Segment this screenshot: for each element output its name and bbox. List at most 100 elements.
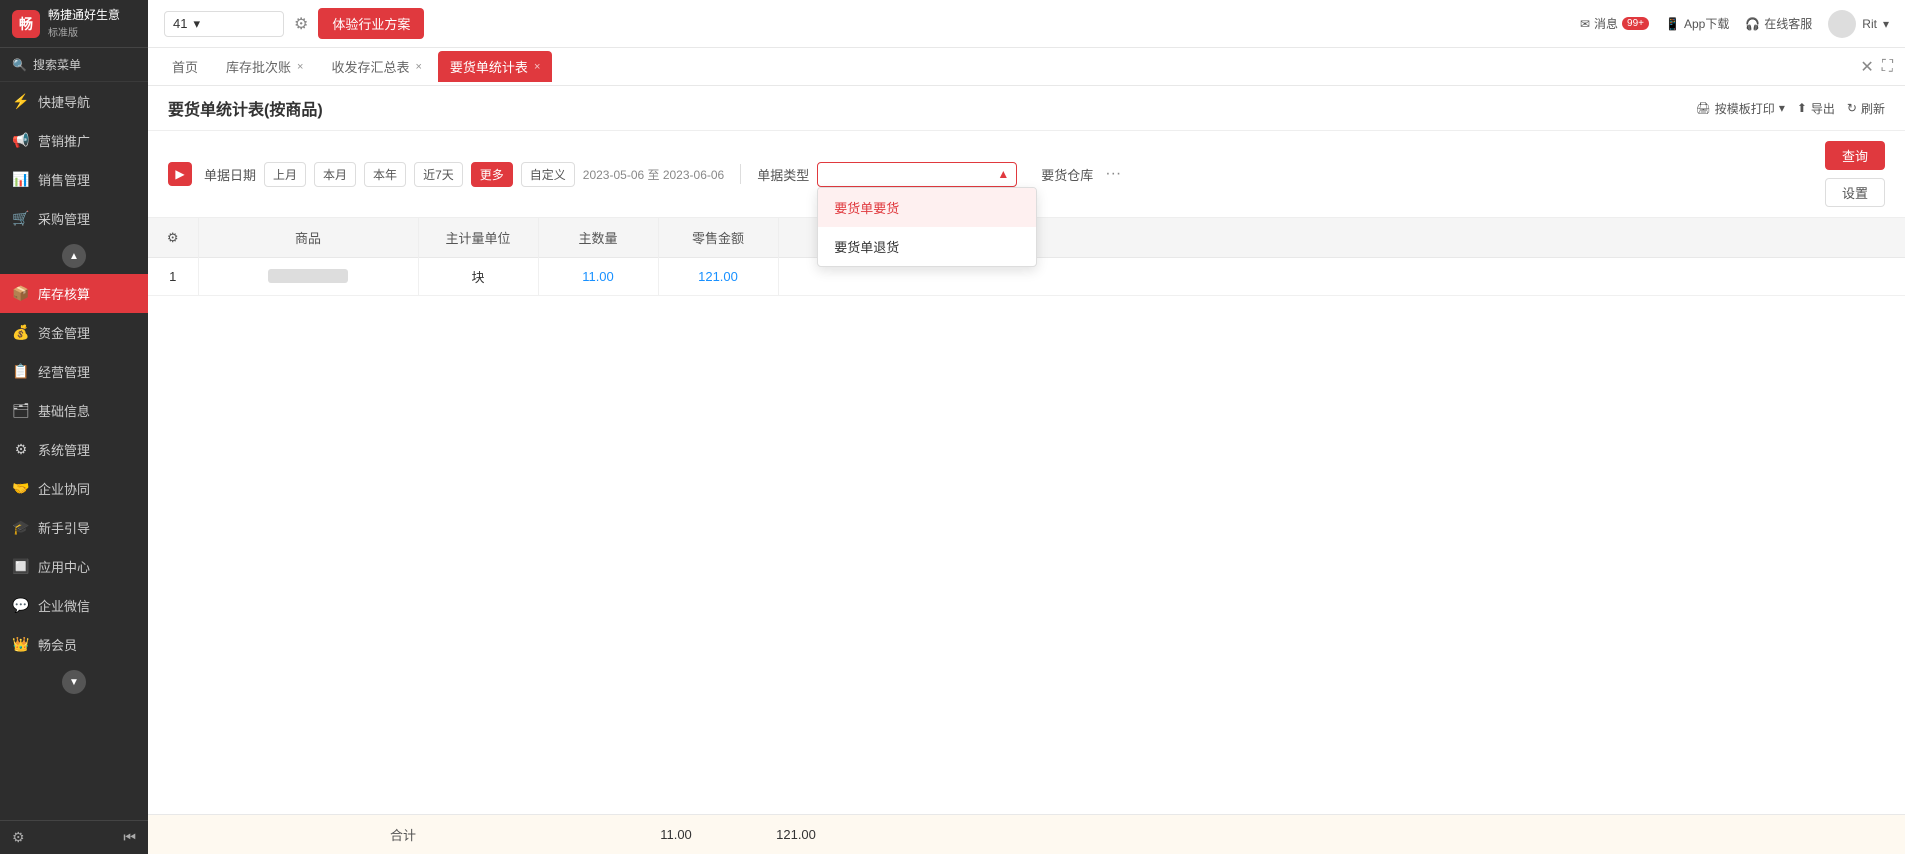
refresh-label: 刷新 xyxy=(1861,100,1885,117)
sidebar-nav: ⚡ 快捷导航 📢 营销推广 📊 销售管理 🛒 采购管理 ▲ 📦 库存核算 💰 资… xyxy=(0,82,148,820)
app-version: 标准版 xyxy=(48,24,120,39)
tab-kucun-pici[interactable]: 库存批次账 × xyxy=(214,51,315,82)
tab-yaohuo[interactable]: 要货单统计表 × xyxy=(438,51,552,82)
sidebar-item-label: 企业协同 xyxy=(38,479,90,498)
jingying-icon: 📋 xyxy=(12,363,30,380)
sidebar-item-label: 畅会员 xyxy=(38,635,77,654)
date-last-7days[interactable]: 近7天 xyxy=(414,162,463,187)
type-select-wrap: ▲ 要货单要货 要货单退货 xyxy=(817,162,1017,187)
date-last-month[interactable]: 上月 xyxy=(264,162,306,187)
sidebar-item-yingxiao[interactable]: 📢 营销推广 xyxy=(0,121,148,160)
date-this-month[interactable]: 本月 xyxy=(314,162,356,187)
type-option-yaohuo[interactable]: 要货单要货 xyxy=(818,188,1036,227)
col-settings[interactable]: ⚙ xyxy=(148,218,198,258)
date-more[interactable]: 更多 xyxy=(471,162,513,187)
messages-button[interactable]: ✉ 消息 99+ xyxy=(1580,15,1649,32)
data-table-wrap: ⚙ 商品 主计量单位 主数量 零售金额 1 块 xyxy=(148,218,1905,814)
export-button[interactable]: ⬆ 导出 xyxy=(1797,100,1835,117)
vip-icon: 👑 xyxy=(12,636,30,653)
type-input[interactable] xyxy=(817,162,1017,187)
tab-home[interactable]: 首页 xyxy=(160,51,210,82)
table-footer: 合计 11.00 121.00 xyxy=(148,814,1905,854)
amount-link[interactable]: 121.00 xyxy=(698,269,738,284)
app-logo-icon: 畅 xyxy=(12,10,40,38)
sidebar-item-jingying[interactable]: 📋 经营管理 xyxy=(0,352,148,391)
topbar-gear-icon[interactable]: ⚙ xyxy=(294,14,308,34)
trial-industry-button[interactable]: 体验行业方案 xyxy=(318,8,424,39)
filter-buttons: 查询 设置 xyxy=(1825,141,1885,207)
sidebar-item-yingyong[interactable]: 🔲 应用中心 xyxy=(0,547,148,586)
table-settings-icon: ⚙ xyxy=(167,230,179,245)
tabs-bar: 首页 库存批次账 × 收发存汇总表 × 要货单统计表 × ✕ ⛶ xyxy=(148,48,1905,86)
col-amount: 零售金额 xyxy=(658,218,778,258)
app-download-label: App下载 xyxy=(1684,15,1729,32)
warehouse-dots[interactable]: ··· xyxy=(1105,165,1121,183)
sidebar-item-qiyexietong[interactable]: 🤝 企业协同 xyxy=(0,469,148,508)
tabs-actions: ✕ ⛶ xyxy=(1860,57,1893,77)
tab-kucun-pici-close[interactable]: × xyxy=(297,61,303,73)
tab-shoufazhonghuizong[interactable]: 收发存汇总表 × xyxy=(319,51,433,82)
sidebar-scroll-down[interactable]: ▼ xyxy=(62,670,86,694)
user-arrow: ▾ xyxy=(1883,17,1889,31)
collapse-icon[interactable]: ⏮ xyxy=(123,829,136,846)
sidebar-item-kucun[interactable]: 📦 库存核算 xyxy=(0,274,148,313)
type-dropdown: 要货单要货 要货单退货 xyxy=(817,187,1037,267)
type-chevron-icon[interactable]: ▲ xyxy=(997,167,1009,181)
maximize-tabs[interactable]: ⛶ xyxy=(1882,58,1893,76)
print-template-button[interactable]: 🖨 按模板打印 ▾ xyxy=(1696,100,1785,117)
page-actions: 🖨 按模板打印 ▾ ⬆ 导出 ↻ 刷新 xyxy=(1696,100,1885,117)
sidebar-item-zijin[interactable]: 💰 资金管理 xyxy=(0,313,148,352)
sidebar-item-xiaoshou[interactable]: 📊 销售管理 xyxy=(0,160,148,199)
settings-icon[interactable]: ⚙ xyxy=(12,829,25,846)
user-profile-button[interactable]: Rit ▾ xyxy=(1828,10,1889,38)
sidebar-scroll-up[interactable]: ▲ xyxy=(62,244,86,268)
sidebar-item-kuaijie[interactable]: ⚡ 快捷导航 xyxy=(0,82,148,121)
tab-shoufazhonghuizong-close[interactable]: × xyxy=(415,61,421,73)
filter-settings-button[interactable]: 设置 xyxy=(1825,178,1885,207)
col-product: 商品 xyxy=(198,218,418,258)
sidebar-item-jichu[interactable]: 🗂 基础信息 xyxy=(0,391,148,430)
message-icon: ✉ xyxy=(1580,17,1590,31)
date-range-display: 2023-05-06 至 2023-06-06 xyxy=(583,166,724,183)
tab-kucun-pici-label: 库存批次账 xyxy=(226,57,291,76)
sidebar-item-label: 基础信息 xyxy=(38,401,90,420)
sidebar-item-weixin[interactable]: 💬 企业微信 xyxy=(0,586,148,625)
app-download-button[interactable]: 📱 App下载 xyxy=(1665,15,1729,32)
type-label: 单据类型 xyxy=(757,165,809,184)
type-input-wrap: ▲ xyxy=(817,162,1017,187)
sidebar-item-vip[interactable]: 👑 畅会员 xyxy=(0,625,148,664)
sidebar-item-label: 快捷导航 xyxy=(38,92,90,111)
xitong-icon: ⚙ xyxy=(12,441,30,458)
topbar: 41 ▾ ⚙ 体验行业方案 ✉ 消息 99+ 📱 App下载 🎧 在线客服 R xyxy=(148,0,1905,48)
quantity-link[interactable]: 11.00 xyxy=(582,269,614,284)
col-quantity: 主数量 xyxy=(538,218,658,258)
sidebar-item-caigou[interactable]: 🛒 采购管理 xyxy=(0,199,148,238)
print-label: 按模板打印 xyxy=(1715,100,1775,117)
refresh-button[interactable]: ↻ 刷新 xyxy=(1847,100,1885,117)
online-service-label: 在线客服 xyxy=(1764,15,1812,32)
filter-bar: ▶ 单据日期 上月 本月 本年 近7天 更多 自定义 2023-05-06 至 … xyxy=(148,131,1905,218)
print-arrow: ▾ xyxy=(1779,101,1785,115)
sidebar-bottom: ⚙ ⏮ xyxy=(0,820,148,854)
yingxiao-icon: 📢 xyxy=(12,132,30,149)
yingyong-icon: 🔲 xyxy=(12,558,30,575)
sidebar-item-xinshou[interactable]: 🎓 新手引导 xyxy=(0,508,148,547)
type-option-tuihuo[interactable]: 要货单退货 xyxy=(818,227,1036,266)
sidebar-item-xitong[interactable]: ⚙ 系统管理 xyxy=(0,430,148,469)
messages-label: 消息 xyxy=(1594,15,1618,32)
sidebar-search-label: 搜索菜单 xyxy=(33,56,81,73)
filter-expand-toggle[interactable]: ▶ xyxy=(168,162,192,186)
online-service-button[interactable]: 🎧 在线客服 xyxy=(1745,15,1812,32)
dropdown-arrow: ▾ xyxy=(193,16,200,32)
close-all-tabs[interactable]: ✕ xyxy=(1860,57,1873,77)
tab-yaohuo-close[interactable]: × xyxy=(534,61,540,73)
date-custom[interactable]: 自定义 xyxy=(521,162,575,187)
sidebar-search[interactable]: 🔍 搜索菜单 xyxy=(0,48,148,82)
warehouse-label: 要货仓库 xyxy=(1041,165,1093,184)
cell-quantity: 11.00 xyxy=(538,258,658,296)
sidebar-item-label: 营销推广 xyxy=(38,131,90,150)
store-dropdown[interactable]: 41 ▾ xyxy=(164,11,284,37)
headset-icon: 🎧 xyxy=(1745,17,1760,31)
date-this-year[interactable]: 本年 xyxy=(364,162,406,187)
query-button[interactable]: 查询 xyxy=(1825,141,1885,170)
